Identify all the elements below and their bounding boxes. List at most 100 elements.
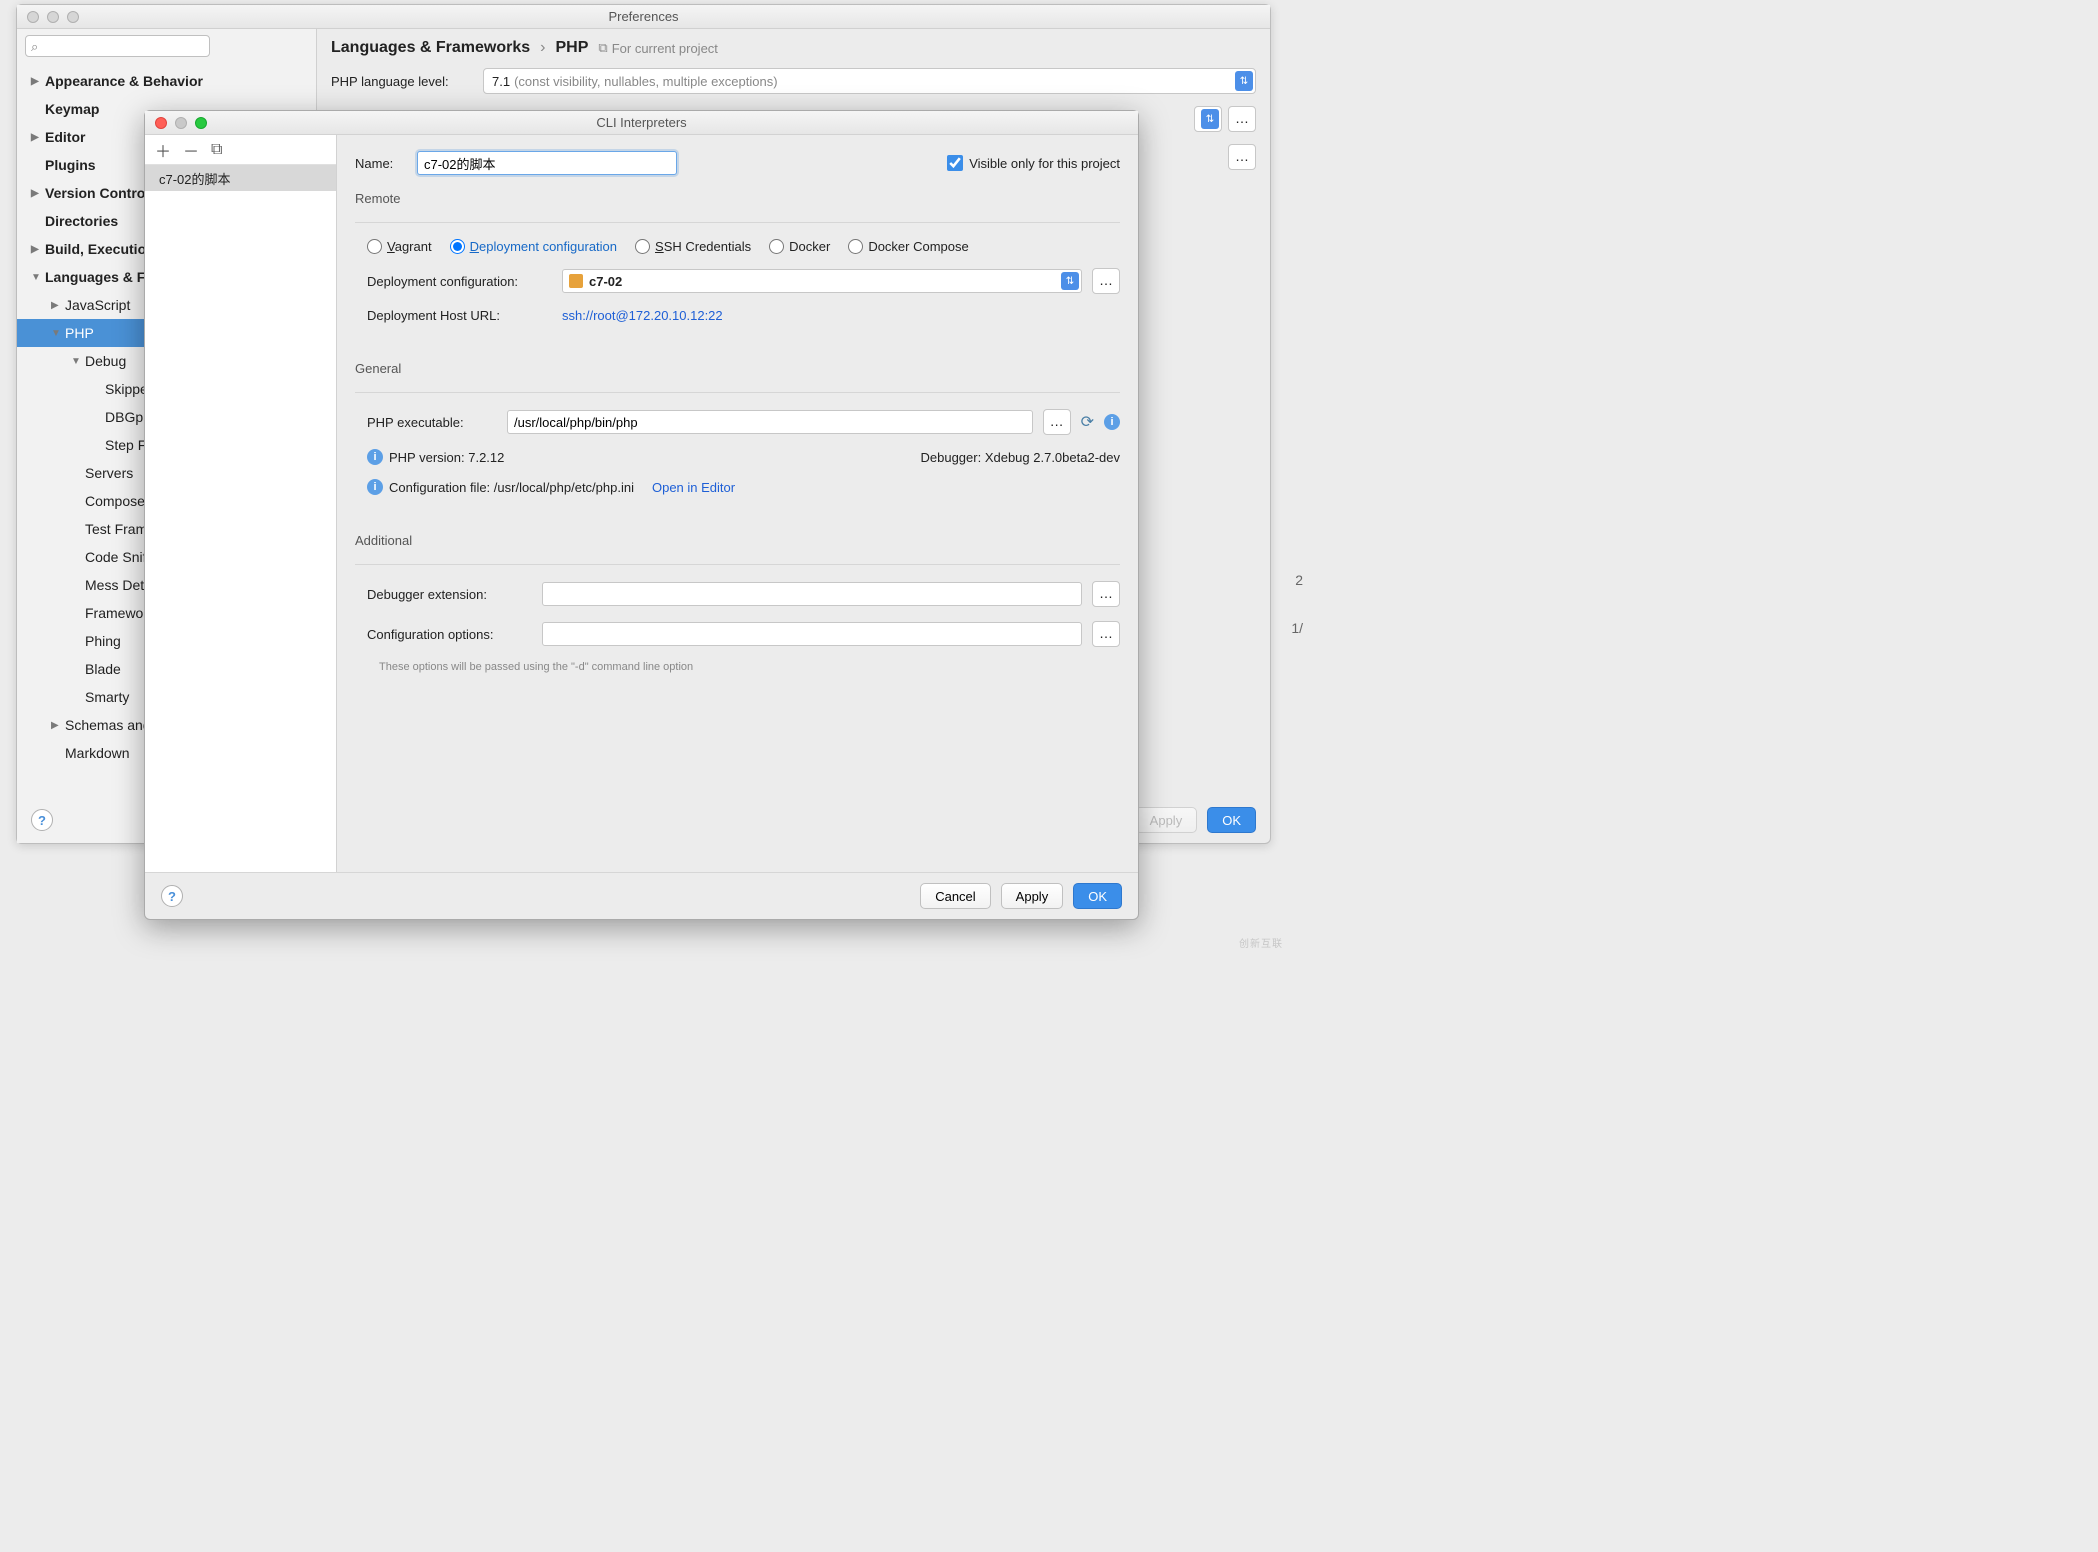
copy-button[interactable]: ⧉ — [211, 141, 222, 159]
deploy-host-url: ssh://root@172.20.10.12:22 — [562, 308, 723, 323]
ghost-frac: 1/ — [1291, 620, 1303, 636]
remote-type-radios: Vagrant Deployment configuration SSH Cre… — [355, 239, 1120, 254]
zoom-icon[interactable] — [67, 11, 79, 23]
tree-item-label: Markdown — [65, 745, 130, 761]
deploy-host-label: Deployment Host URL: — [367, 308, 552, 323]
php-level-select[interactable]: 7.1 (const visibility, nullables, multip… — [483, 68, 1256, 94]
add-button[interactable]: ＋ — [155, 138, 171, 162]
open-in-editor-link[interactable]: Open in Editor — [652, 480, 735, 495]
interpreter-list-item[interactable]: c7-02的脚本 — [145, 165, 336, 191]
browse-deploy-button[interactable]: … — [1092, 268, 1120, 294]
options-note: These options will be passed using the "… — [355, 661, 1120, 673]
traffic-lights — [27, 11, 79, 23]
tree-item-label: Appearance & Behavior — [45, 73, 203, 89]
php-exec-input[interactable] — [507, 410, 1033, 434]
ghost-number: 2 — [1295, 572, 1303, 588]
browse-dbg-ext-button[interactable]: … — [1092, 581, 1120, 607]
scope-icon: ⧉ — [598, 40, 607, 56]
prefs-title: Preferences — [608, 9, 678, 24]
general-section-title: General — [355, 361, 1120, 376]
info-icon[interactable]: i — [1104, 414, 1120, 430]
cfg-opts-input[interactable] — [542, 622, 1082, 646]
php-level-label: PHP language level: — [331, 74, 471, 89]
disclosure-icon — [51, 328, 65, 339]
cfg-opts-label: Configuration options: — [367, 627, 532, 642]
disclosure-icon — [31, 188, 45, 199]
cli-interpreter-select[interactable]: ⇅ — [1194, 106, 1222, 132]
disclosure-icon — [31, 76, 45, 87]
disclosure-icon — [51, 720, 65, 731]
disclosure-icon — [71, 356, 85, 367]
reload-icon[interactable]: ⟳ — [1081, 412, 1094, 432]
apply-button[interactable]: Apply — [1135, 807, 1198, 833]
scope-note: ⧉ For current project — [598, 40, 718, 56]
dbg-ext-label: Debugger extension: — [367, 587, 532, 602]
visible-only-checkbox[interactable]: Visible only for this project — [947, 155, 1120, 171]
cancel-button[interactable]: Cancel — [920, 883, 990, 909]
tree-item-label: Editor — [45, 129, 85, 145]
help-button[interactable]: ? — [31, 809, 53, 831]
info-icon: i — [367, 449, 383, 465]
help-button[interactable]: ? — [161, 885, 183, 907]
tree-item-label: Blade — [85, 661, 121, 677]
deploy-cfg-label: Deployment configuration: — [367, 274, 552, 289]
disclosure-icon — [51, 300, 65, 311]
chevron-updown-icon: ⇅ — [1201, 109, 1219, 129]
radio-docker[interactable]: Docker — [769, 239, 830, 254]
zoom-icon[interactable] — [195, 117, 207, 129]
prefs-titlebar: Preferences — [17, 5, 1270, 29]
tree-item-label: JavaScript — [65, 297, 130, 313]
disclosure-icon — [31, 272, 45, 283]
cli-interpreters-dialog: CLI Interpreters ＋ － ⧉ c7-02的脚本 Name: — [144, 110, 1139, 920]
chevron-updown-icon: ⇅ — [1061, 272, 1079, 290]
deploy-cfg-select[interactable]: c7-02 ⇅ — [562, 269, 1082, 293]
remote-section-title: Remote — [355, 191, 1120, 206]
tree-item-label: PHP — [65, 325, 94, 341]
radio-deployment[interactable]: Deployment configuration — [450, 239, 617, 254]
ok-button[interactable]: OK — [1207, 807, 1256, 833]
dbg-ext-input[interactable] — [542, 582, 1082, 606]
tree-item-label: Debug — [85, 353, 126, 369]
browse-button[interactable]: … — [1228, 144, 1256, 170]
search-icon: ⌕ — [31, 39, 38, 55]
tree-item-label: Directories — [45, 213, 118, 229]
close-icon[interactable] — [155, 117, 167, 129]
browse-interpreter-button[interactable]: … — [1228, 106, 1256, 132]
chevron-updown-icon: ⇅ — [1235, 71, 1253, 91]
info-icon: i — [367, 479, 383, 495]
remove-button[interactable]: － — [183, 138, 199, 162]
additional-section-title: Additional — [355, 533, 1120, 548]
name-input[interactable] — [417, 151, 677, 175]
config-file-text: Configuration file: /usr/local/php/etc/p… — [389, 480, 634, 495]
tree-item-label: Servers — [85, 465, 133, 481]
cli-title: CLI Interpreters — [596, 115, 686, 130]
tree-item-label: Plugins — [45, 157, 96, 173]
name-label: Name: — [355, 156, 405, 171]
tree-item-label: Keymap — [45, 101, 99, 117]
close-icon[interactable] — [27, 11, 39, 23]
ok-button[interactable]: OK — [1073, 883, 1122, 909]
breadcrumb: Languages & Frameworks › PHP ⧉ For curre… — [331, 39, 1256, 57]
tree-item[interactable]: Appearance & Behavior — [17, 67, 316, 95]
breadcrumb-section: Languages & Frameworks — [331, 39, 530, 57]
apply-button[interactable]: Apply — [1001, 883, 1064, 909]
tree-item-label: Phing — [85, 633, 121, 649]
radio-ssh[interactable]: SSH Credentials — [635, 239, 751, 254]
prefs-search-input[interactable] — [25, 35, 210, 57]
breadcrumb-page: PHP — [556, 39, 589, 57]
watermark: 创新互联 — [1239, 935, 1283, 950]
server-icon — [569, 274, 583, 288]
traffic-lights — [155, 117, 207, 129]
radio-docker-compose[interactable]: Docker Compose — [848, 239, 968, 254]
disclosure-icon — [31, 132, 45, 143]
radio-vagrant[interactable]: Vagrant — [367, 239, 432, 254]
browse-php-exec-button[interactable]: … — [1043, 409, 1071, 435]
php-exec-label: PHP executable: — [367, 415, 497, 430]
minimize-icon — [175, 117, 187, 129]
minimize-icon[interactable] — [47, 11, 59, 23]
cli-titlebar: CLI Interpreters — [145, 111, 1138, 135]
disclosure-icon — [31, 244, 45, 255]
debugger-text: Debugger: Xdebug 2.7.0beta2-dev — [921, 450, 1121, 465]
tree-item-label: Smarty — [85, 689, 129, 705]
browse-cfg-opts-button[interactable]: … — [1092, 621, 1120, 647]
